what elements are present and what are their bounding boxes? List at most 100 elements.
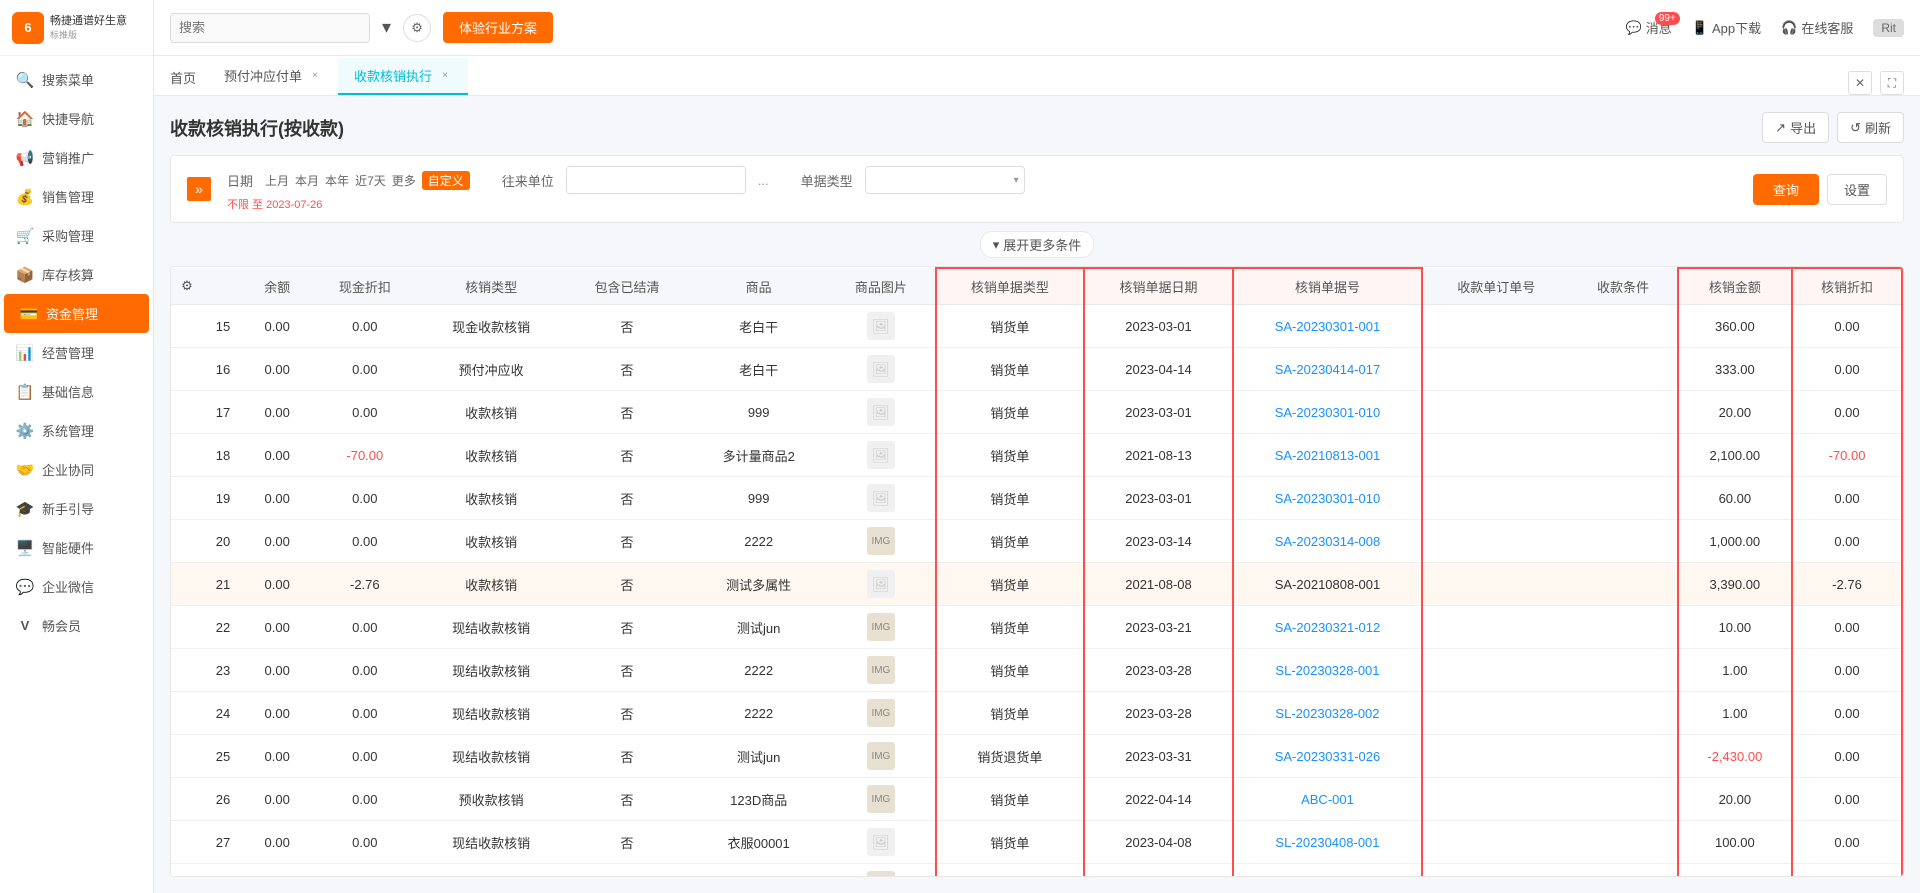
topbar-app-download-button[interactable]: 📱 App下载 xyxy=(1692,18,1761,37)
cell-voucher-type: 销货单 xyxy=(936,778,1085,821)
cell-cancel-type: 现结收款核销 xyxy=(418,864,564,878)
cell-product-img: 🖼 xyxy=(827,391,935,434)
cell-seq: 25 xyxy=(203,735,243,778)
tab-close-all-button[interactable]: ✕ xyxy=(1848,71,1872,95)
topbar-search-input[interactable] xyxy=(170,13,370,43)
page-content: 收款核销执行(按收款) ↗ 导出 ↺ 刷新 » 日期 上月 xyxy=(154,96,1920,893)
cell-voucher-no[interactable]: SA-20230301-010 xyxy=(1233,477,1422,520)
cell-cancel-amount: 333.00 xyxy=(1678,348,1792,391)
sidebar-item-collab[interactable]: 🤝 企业协同 xyxy=(0,450,153,489)
source-unit-input[interactable] xyxy=(566,166,746,194)
tab-receipt-cancel[interactable]: 收款核销执行 × xyxy=(338,58,468,95)
sidebar-item-basic[interactable]: 📋 基础信息 xyxy=(0,372,153,411)
sidebar-item-search[interactable]: 🔍 搜索菜单 xyxy=(0,60,153,99)
cell-voucher-no[interactable]: SL-20230418-001 xyxy=(1233,864,1422,878)
sidebar-item-purchase[interactable]: 🛒 采购管理 xyxy=(0,216,153,255)
column-settings-icon[interactable]: ⚙ xyxy=(181,278,193,293)
date-custom-btn[interactable]: 自定义 xyxy=(422,171,470,190)
refresh-button[interactable]: ↺ 刷新 xyxy=(1837,112,1904,143)
sidebar-item-operations[interactable]: 📊 经营管理 xyxy=(0,333,153,372)
tab-close-receipt-cancel[interactable]: × xyxy=(438,69,452,83)
cell-voucher-date: 2023-03-01 xyxy=(1084,305,1233,348)
cell-cancel-amount: 100.00 xyxy=(1678,821,1792,864)
cell-receipt-cond xyxy=(1569,735,1677,778)
sidebar-item-sales[interactable]: 💰 销售管理 xyxy=(0,177,153,216)
cell-voucher-no[interactable]: SA-20230301-010 xyxy=(1233,391,1422,434)
chevron-down-icon: ▾ xyxy=(993,237,1000,253)
col-settings[interactable]: ⚙ xyxy=(171,268,203,305)
tab-close-prepay[interactable]: × xyxy=(308,69,322,83)
date-last-month[interactable]: 上月 xyxy=(265,172,289,189)
gear-icon[interactable]: ⚙ xyxy=(403,14,431,42)
cell-cancel-discount: 0.00 xyxy=(1792,477,1902,520)
product-image: 🖼 xyxy=(867,484,895,512)
cell-cancel-type: 收款核销 xyxy=(418,434,564,477)
cell-product: 老白干 xyxy=(690,348,827,391)
cell-product: 123D商品 xyxy=(690,778,827,821)
sidebar-item-finance[interactable]: 💳 资金管理 xyxy=(4,294,149,333)
cell-voucher-type: 销货单 xyxy=(936,391,1085,434)
cell-receipt-cond xyxy=(1569,563,1677,606)
sidebar-item-system[interactable]: ⚙️ 系统管理 xyxy=(0,411,153,450)
cell-voucher-no[interactable]: SA-20230321-012 xyxy=(1233,606,1422,649)
sidebar-item-quick-nav[interactable]: 🏠 快捷导航 xyxy=(0,99,153,138)
refresh-icon: ↺ xyxy=(1850,120,1861,136)
date-this-month[interactable]: 本月 xyxy=(295,172,319,189)
tab-prepay[interactable]: 预付冲应付单 × xyxy=(208,58,338,95)
cell-seq: 18 xyxy=(203,434,243,477)
tab-fullscreen-button[interactable]: ⛶ xyxy=(1880,71,1904,95)
sidebar-item-hardware[interactable]: 🖥️ 智能硬件 xyxy=(0,528,153,567)
table-row: 26 0.00 0.00 预收款核销 否 123D商品 IMG 销货单 2022… xyxy=(171,778,1902,821)
logo-text: 畅捷通谱好生意 xyxy=(50,14,127,28)
product-image: IMG xyxy=(867,613,895,641)
cell-receipt-order-no xyxy=(1422,563,1569,606)
message-badge: 99+ xyxy=(1655,12,1680,25)
cell-voucher-no[interactable]: SL-20230408-001 xyxy=(1233,821,1422,864)
cell-voucher-no[interactable]: SL-20230328-001 xyxy=(1233,649,1422,692)
topbar-message-button[interactable]: 💬 消息 99+ xyxy=(1626,18,1672,37)
cell-voucher-no[interactable]: SA-20230414-017 xyxy=(1233,348,1422,391)
setting-button[interactable]: 设置 xyxy=(1827,174,1887,205)
filter-expand-button[interactable]: » xyxy=(187,177,211,201)
search-icon: 🔍 xyxy=(16,71,34,89)
cell-voucher-no[interactable]: SA-20230301-001 xyxy=(1233,305,1422,348)
filter-expand-row: ▾ 展开更多条件 xyxy=(170,231,1904,258)
cell-product: 测试jun xyxy=(690,735,827,778)
sidebar-item-member[interactable]: V 畅会员 xyxy=(0,606,153,645)
industry-solution-button[interactable]: 体验行业方案 xyxy=(443,12,553,43)
cell-product-img: IMG xyxy=(827,735,935,778)
cell-cancel-amount: 2,100.00 xyxy=(1678,434,1792,477)
sidebar-item-marketing[interactable]: 📢 营销推广 xyxy=(0,138,153,177)
date-last-7days[interactable]: 近7天 xyxy=(355,172,386,189)
cell-include-settled: 否 xyxy=(564,735,690,778)
export-button[interactable]: ↗ 导出 xyxy=(1762,112,1829,143)
sidebar-item-label: 资金管理 xyxy=(46,304,98,323)
user-info[interactable]: Rit xyxy=(1873,19,1904,37)
cell-voucher-no[interactable]: SA-20230331-026 xyxy=(1233,735,1422,778)
expand-more-button[interactable]: ▾ 展开更多条件 xyxy=(980,231,1095,258)
cell-voucher-no[interactable]: ABC-001 xyxy=(1233,778,1422,821)
voucher-type-select[interactable] xyxy=(865,166,1025,194)
cell-voucher-date: 2023-03-28 xyxy=(1084,692,1233,735)
topbar-service-button[interactable]: 🎧 在线客服 xyxy=(1781,18,1853,37)
cell-receipt-cond xyxy=(1569,477,1677,520)
cell-voucher-no[interactable]: SA-20210813-001 xyxy=(1233,434,1422,477)
cell-voucher-no[interactable]: SL-20230328-002 xyxy=(1233,692,1422,735)
cell-receipt-order-no xyxy=(1422,477,1569,520)
sidebar-item-inventory[interactable]: 📦 库存核算 xyxy=(0,255,153,294)
query-button[interactable]: 查询 xyxy=(1753,174,1819,205)
date-this-year[interactable]: 本年 xyxy=(325,172,349,189)
sidebar-item-wechat[interactable]: 💬 企业微信 xyxy=(0,567,153,606)
cell-cash-discount: 0.00 xyxy=(311,391,418,434)
date-more[interactable]: 更多 xyxy=(392,172,416,189)
cell-voucher-no[interactable]: SA-20210808-001 xyxy=(1233,563,1422,606)
tab-home[interactable]: 首页 xyxy=(170,60,208,95)
topbar-dropdown[interactable]: ▾ xyxy=(382,17,391,38)
cell-receipt-order-no xyxy=(1422,821,1569,864)
cell-receipt-order-no xyxy=(1422,391,1569,434)
cell-cash-discount: 0.00 xyxy=(311,778,418,821)
cell-voucher-no[interactable]: SA-20230314-008 xyxy=(1233,520,1422,563)
cell-product-img: 🖼 xyxy=(827,821,935,864)
cell-cash-discount: 0.00 xyxy=(311,606,418,649)
sidebar-item-newbie[interactable]: 🎓 新手引导 xyxy=(0,489,153,528)
